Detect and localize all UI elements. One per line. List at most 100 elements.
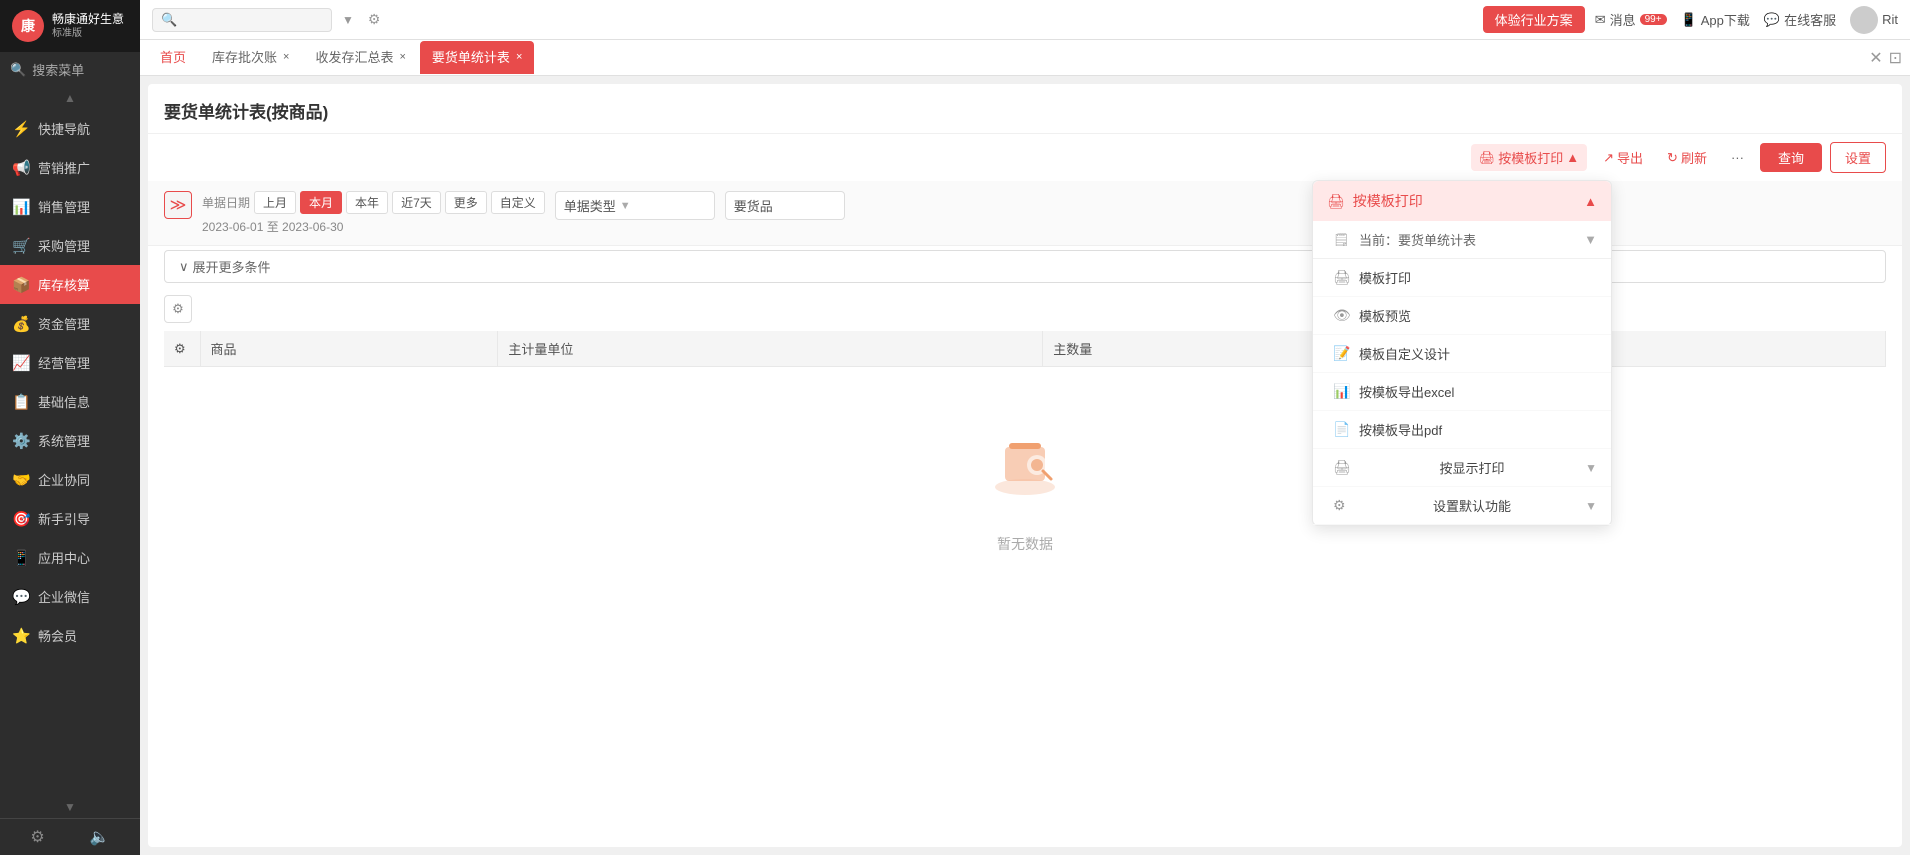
topbar-search-input[interactable] bbox=[181, 13, 311, 27]
dropdown-item-set-default[interactable]: ⚙ 设置默认功能 ▼ bbox=[1313, 487, 1611, 525]
query-button[interactable]: 查询 bbox=[1760, 143, 1822, 172]
content-area: 要货单统计表(按商品) 🖨 按模板打印 ▲ ↗ 导出 ↻ 刷新 ··· 查询 设… bbox=[148, 84, 1902, 847]
topbar-gear-icon[interactable]: ⚙ bbox=[368, 11, 381, 28]
export-excel-icon: 📊 bbox=[1333, 383, 1351, 400]
dropdown-item-export-pdf[interactable]: 📄 按模板导出pdf bbox=[1313, 411, 1611, 449]
dropdown-item-template-print[interactable]: 🖨 模板打印 bbox=[1313, 259, 1611, 297]
sidebar-item-marketing[interactable]: 📢 营销推广 bbox=[0, 148, 140, 187]
sidebar-item-system[interactable]: ⚙️ 系统管理 bbox=[0, 421, 140, 460]
window-controls: ✕ ⊡ bbox=[1869, 48, 1902, 68]
table-header: ⚙ 商品 主计量单位 主数量 零售金额 bbox=[164, 331, 1886, 367]
data-table: ⚙ 商品 主计量单位 主数量 零售金额 bbox=[164, 331, 1886, 367]
dropdown-close-arrow[interactable]: ▲ bbox=[1584, 194, 1597, 209]
app-download-icon: 📱 bbox=[1681, 12, 1697, 28]
search-icon: 🔍 bbox=[10, 62, 26, 78]
print-btn[interactable]: 🖨 按模板打印 ▲ bbox=[1471, 144, 1587, 171]
tabs-bar: 首页 库存批次账 × 收发存汇总表 × 要货单统计表 × ✕ ⊡ bbox=[140, 40, 1910, 76]
date-range-text: 2023-06-01 至 2023-06-30 bbox=[202, 218, 545, 235]
tab-receivable-summary[interactable]: 收发存汇总表 × bbox=[303, 41, 417, 74]
tab-close-receivable[interactable]: × bbox=[399, 51, 405, 63]
settings-button[interactable]: 设置 bbox=[1830, 142, 1886, 173]
dropdown-item-template-custom[interactable]: 📝 模板自定义设计 bbox=[1313, 335, 1611, 373]
refresh-btn[interactable]: ↻ 刷新 bbox=[1659, 144, 1715, 171]
user-avatar-item[interactable]: Rit bbox=[1850, 6, 1898, 34]
vip-icon: ⭐ bbox=[12, 627, 30, 645]
display-print-icon: 🖨 bbox=[1333, 459, 1351, 476]
topbar-search-box[interactable]: 🔍 bbox=[152, 8, 332, 32]
sales-icon: 📊 bbox=[12, 198, 30, 216]
sidebar-item-enterprise[interactable]: 🤝 企业协同 bbox=[0, 460, 140, 499]
app-download-item[interactable]: 📱 App下载 bbox=[1681, 10, 1750, 29]
messages-item[interactable]: ✉ 消息 99+ bbox=[1595, 10, 1667, 29]
dropdown-popup: 🖨 按模板打印 ▲ 🗒 当前：要货单统计表 ▼ 🖨 模板打印 👁 模板预览 bbox=[1312, 180, 1612, 526]
refresh-icon: ↻ bbox=[1667, 150, 1678, 166]
tab-home[interactable]: 首页 bbox=[148, 41, 198, 74]
topbar: 🔍 ▼ ⚙ 体验行业方案 ✉ 消息 99+ 📱 App下载 💬 在线客服 Rit bbox=[140, 0, 1910, 40]
filter-toggle-btn[interactable]: ≫ bbox=[164, 191, 192, 219]
dropdown-item-export-excel[interactable]: 📊 按模板导出excel bbox=[1313, 373, 1611, 411]
more-btn[interactable]: ··· bbox=[1723, 146, 1752, 169]
date-btn-7days[interactable]: 近7天 bbox=[392, 191, 441, 214]
speaker-footer-icon[interactable]: 🔈 bbox=[90, 827, 110, 847]
tab-close-batch-ledger[interactable]: × bbox=[283, 51, 289, 63]
trial-btn[interactable]: 体验行业方案 bbox=[1483, 6, 1585, 33]
avatar bbox=[1850, 6, 1878, 34]
empty-icon bbox=[985, 427, 1065, 522]
search-menu[interactable]: 🔍 搜索菜单 bbox=[0, 52, 140, 87]
sidebar-item-operations[interactable]: 📈 经营管理 bbox=[0, 343, 140, 382]
current-chevron: ▼ bbox=[1584, 232, 1597, 247]
inventory-icon: 📦 bbox=[12, 276, 30, 294]
sidebar-item-app-center[interactable]: 📱 应用中心 bbox=[0, 538, 140, 577]
order-category-field[interactable]: 要货品 bbox=[725, 191, 845, 220]
sidebar-item-sales[interactable]: 📊 销售管理 bbox=[0, 187, 140, 226]
date-buttons: 单据日期 上月 本月 本年 近7天 更多 自定义 bbox=[202, 191, 545, 214]
export-btn[interactable]: ↗ 导出 bbox=[1595, 144, 1651, 171]
sidebar-item-finance[interactable]: 💰 资金管理 bbox=[0, 304, 140, 343]
sidebar-footer: ⚙ 🔈 bbox=[0, 818, 140, 855]
operations-icon: 📈 bbox=[12, 354, 30, 372]
sidebar-item-quick-nav[interactable]: ⚡ 快捷导航 bbox=[0, 109, 140, 148]
messages-icon: ✉ bbox=[1595, 12, 1606, 28]
date-btn-last-month[interactable]: 上月 bbox=[254, 191, 296, 214]
sidebar-item-inventory[interactable]: 📦 库存核算 bbox=[0, 265, 140, 304]
tab-batch-ledger[interactable]: 库存批次账 × bbox=[200, 41, 301, 74]
service-icon: 💬 bbox=[1764, 12, 1780, 28]
window-maximize-btn[interactable]: ⊡ bbox=[1889, 48, 1902, 68]
tab-order-stats[interactable]: 要货单统计表 × bbox=[420, 41, 534, 74]
top-actions-bar: 🖨 按模板打印 ▲ ↗ 导出 ↻ 刷新 ··· 查询 设置 bbox=[148, 134, 1902, 181]
settings-footer-icon[interactable]: ⚙ bbox=[30, 827, 44, 847]
system-icon: ⚙️ bbox=[12, 432, 30, 450]
window-close-btn[interactable]: ✕ bbox=[1869, 48, 1882, 68]
expand-more-btn[interactable]: ∨ 展开更多条件 bbox=[164, 250, 1886, 283]
scroll-up-btn[interactable]: ▲ bbox=[0, 87, 140, 109]
date-btn-this-month[interactable]: 本月 bbox=[300, 191, 342, 214]
order-type-select[interactable]: 单据类型 ▼ bbox=[555, 191, 715, 220]
sidebar-item-vip[interactable]: ⭐ 畅会员 bbox=[0, 616, 140, 655]
date-btn-custom[interactable]: 自定义 bbox=[491, 191, 545, 214]
sidebar-item-newbie[interactable]: 🎯 新手引导 bbox=[0, 499, 140, 538]
marketing-icon: 📢 bbox=[12, 159, 30, 177]
dropdown-current-item[interactable]: 🗒 当前：要货单统计表 ▼ bbox=[1313, 221, 1611, 259]
topbar-dropdown-icon[interactable]: ▼ bbox=[342, 13, 354, 27]
date-btn-more[interactable]: 更多 bbox=[445, 191, 487, 214]
sidebar-item-basic-info[interactable]: 📋 基础信息 bbox=[0, 382, 140, 421]
table-settings-icon[interactable]: ⚙ bbox=[164, 295, 192, 323]
username-text: Rit bbox=[1882, 12, 1898, 27]
template-print-icon: 🖨 bbox=[1333, 269, 1351, 286]
sidebar-item-enterprise-wechat[interactable]: 💬 企业微信 bbox=[0, 577, 140, 616]
sidebar-item-purchase[interactable]: 🛒 采购管理 bbox=[0, 226, 140, 265]
online-service-item[interactable]: 💬 在线客服 bbox=[1764, 10, 1836, 29]
dropdown-print-icon: 🖨 bbox=[1327, 193, 1345, 210]
col-settings: ⚙ bbox=[164, 331, 200, 367]
scroll-down-btn[interactable]: ▼ bbox=[0, 796, 140, 818]
date-btn-this-year[interactable]: 本年 bbox=[346, 191, 388, 214]
expand-icon: ∨ bbox=[179, 259, 189, 275]
print-chevron-up: ▲ bbox=[1566, 150, 1579, 165]
print-icon: 🖨 bbox=[1479, 150, 1496, 166]
logo-text: 畅康通好生意 标准版 bbox=[52, 12, 124, 41]
table-toolbar: ⚙ bbox=[164, 287, 1886, 331]
dropdown-item-template-preview[interactable]: 👁 模板预览 bbox=[1313, 297, 1611, 335]
tab-close-order-stats[interactable]: × bbox=[516, 51, 522, 63]
export-icon: ↗ bbox=[1603, 150, 1614, 166]
dropdown-item-display-print[interactable]: 🖨 按显示打印 ▼ bbox=[1313, 449, 1611, 487]
